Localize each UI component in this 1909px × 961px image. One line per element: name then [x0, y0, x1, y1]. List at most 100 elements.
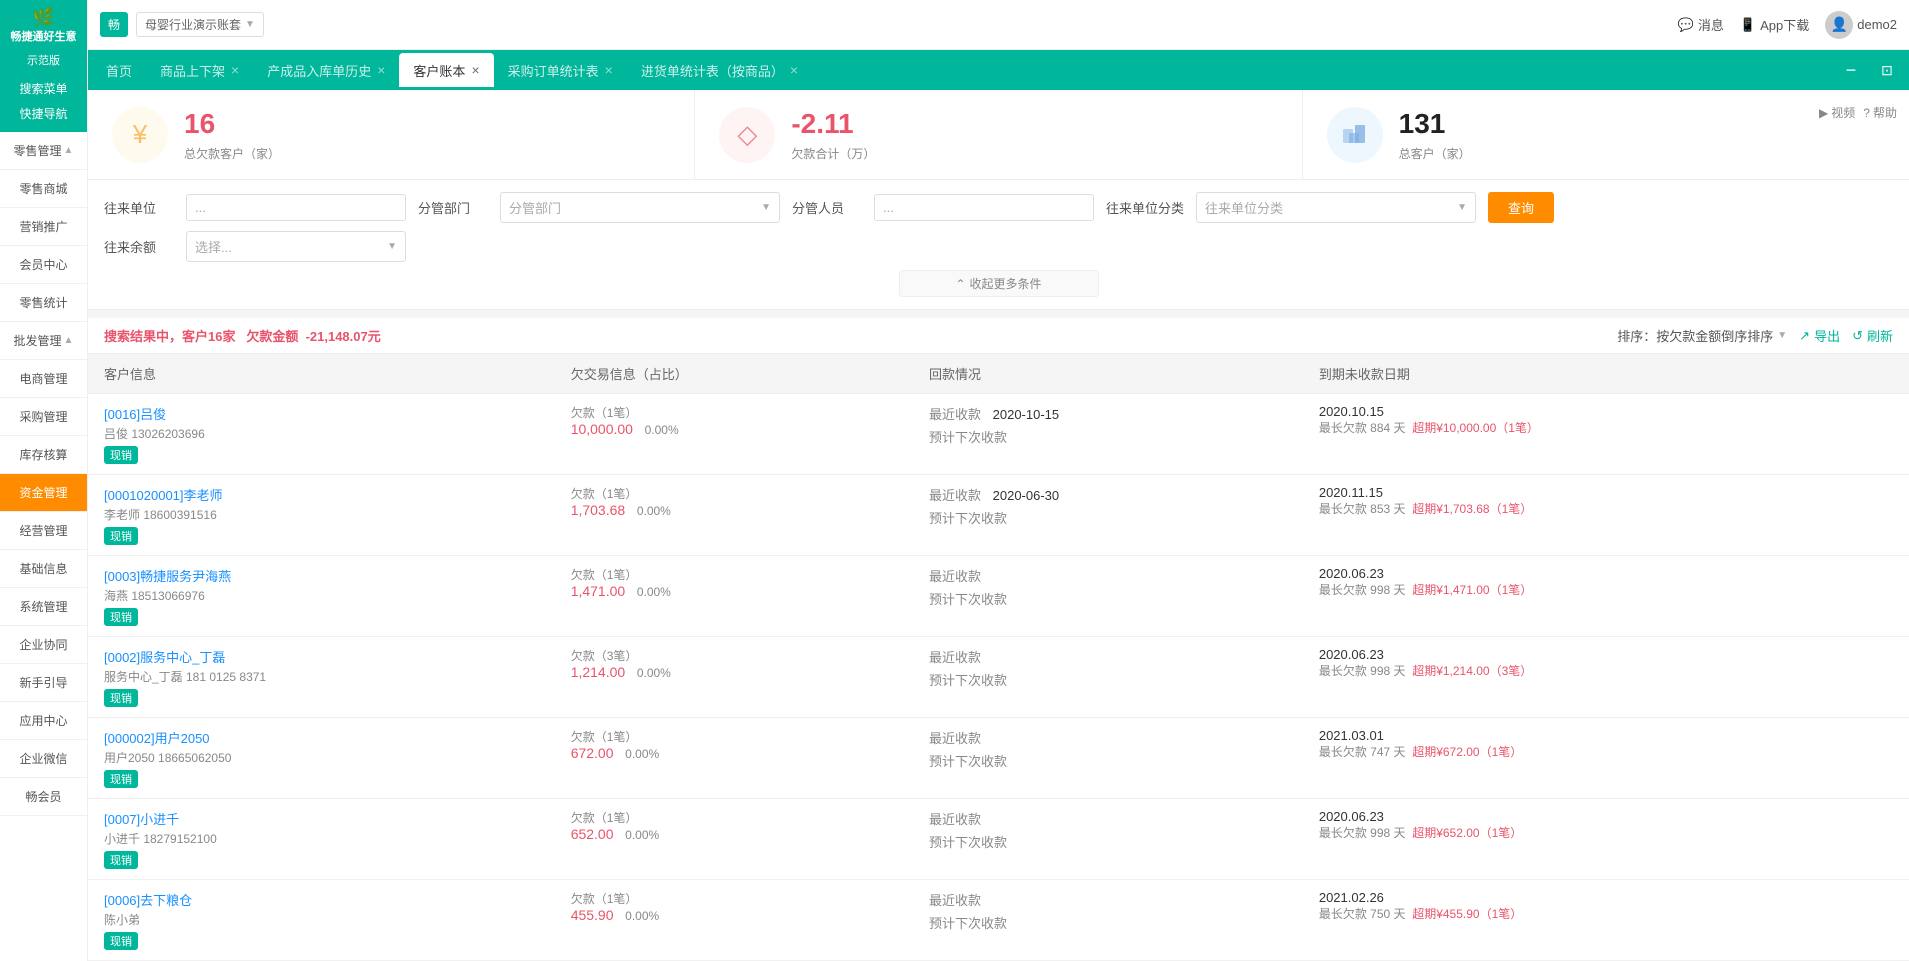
sidebar-nav: 零售管理▲零售商城营销推广会员中心零售统计批发管理▲电商管理采购管理库存核算资金… [0, 132, 87, 961]
tab-3[interactable]: 客户账本 × [399, 53, 493, 87]
next-payment: 预计下次收款 [929, 427, 1287, 446]
due-date-cell: 2020.11.15 最长欠款 853 天 超期¥1,703.68（1笔） [1303, 475, 1909, 556]
message-btn[interactable]: 💬 消息 [1678, 15, 1724, 34]
stat-number-total-customers: 131 [1399, 107, 1471, 141]
sidebar-item-企业微信[interactable]: 企业微信 [0, 740, 87, 778]
tab-2[interactable]: 产成品入库单历史× [253, 53, 399, 87]
stats-bar: ¥ 16 总欠款客户（家） ◇ -2.11 欠款合计（万） [88, 90, 1909, 180]
分管人员-input[interactable]: ... [874, 194, 1094, 221]
往来单位-input[interactable]: ... [186, 194, 406, 221]
customer-name-link[interactable]: [0016]吕俊 [104, 407, 166, 422]
tab-label: 客户账本 [413, 61, 465, 80]
sidebar-item-畅会员[interactable]: 畅会员 [0, 778, 87, 816]
next-payment: 预计下次收款 [929, 832, 1287, 851]
tab-close-icon[interactable]: × [605, 63, 613, 77]
last-payment: 最近收款 [929, 728, 1287, 747]
debt-count: 欠款（1笔） [571, 809, 897, 826]
customer-name-link[interactable]: [0003]畅捷服务尹海燕 [104, 569, 231, 584]
quick-nav-btn[interactable]: 快捷导航 [8, 101, 79, 126]
tab-0[interactable]: 首页 [92, 53, 146, 87]
tab-4[interactable]: 采购订单统计表× [494, 53, 627, 87]
sidebar-item-营销推广[interactable]: 营销推广 [0, 208, 87, 246]
customer-name-link[interactable]: [0002]服务中心_丁磊 [104, 650, 225, 665]
debt-pct: 0.00% [637, 585, 671, 599]
sidebar-item-零售统计[interactable]: 零售统计 [0, 284, 87, 322]
video-help-btn[interactable]: ▶ 视频 [1819, 104, 1855, 121]
nav-label: 库存核算 [19, 448, 67, 462]
stat-label-total-customers: 总客户（家） [1399, 145, 1471, 162]
overdue-amount-link[interactable]: 超期¥1,214.00（3笔） [1412, 664, 1532, 678]
user-menu[interactable]: 👤 demo2 [1825, 11, 1897, 39]
sidebar-item-库存核算[interactable]: 库存核算 [0, 436, 87, 474]
sidebar-item-经营管理[interactable]: 经营管理 [0, 512, 87, 550]
sidebar-item-新手引导[interactable]: 新手引导 [0, 664, 87, 702]
nav-label: 会员中心 [19, 258, 67, 272]
往来余额-select[interactable]: 选择... ▼ [186, 231, 406, 262]
search-menu-btn[interactable]: 搜索菜单 [8, 76, 79, 101]
customer-phone: 服务中心_丁磊 181 0125 8371 [104, 668, 539, 685]
sort-label: 排序：按欠款金额倒序排序 [1617, 326, 1773, 345]
account-selector[interactable]: 母婴行业演示账套 ▼ [136, 12, 264, 37]
stat-label-debt-customers: 总欠款客户（家） [184, 145, 280, 162]
overdue-amount-link[interactable]: 超期¥455.90（1笔） [1412, 907, 1522, 921]
tabs-minimize-btn[interactable]: − [1837, 56, 1865, 84]
app-download-btn[interactable]: 📱 App下载 [1740, 15, 1809, 34]
next-payment: 预计下次收款 [929, 751, 1287, 770]
payment-info-cell: 最近收款 预计下次收款 [913, 880, 1303, 961]
overdue-amount-link[interactable]: 超期¥1,471.00（1笔） [1412, 583, 1532, 597]
overdue-days: 最长欠款 750 天 超期¥455.90（1笔） [1319, 905, 1893, 922]
sidebar-item-零售管理[interactable]: 零售管理▲ [0, 132, 87, 170]
debt-amount: 1,703.68 [571, 502, 626, 518]
tab-close-icon[interactable]: × [471, 63, 479, 77]
tab-close-icon[interactable]: × [231, 63, 239, 77]
sidebar-item-基础信息[interactable]: 基础信息 [0, 550, 87, 588]
customer-name-link[interactable]: [000002]用户2050 [104, 731, 210, 746]
overdue-days: 最长欠款 747 天 超期¥672.00（1笔） [1319, 743, 1893, 760]
sidebar-item-企业协同[interactable]: 企业协同 [0, 626, 87, 664]
export-btn[interactable]: ↗ 导出 [1799, 326, 1840, 345]
nav-label: 企业微信 [19, 752, 67, 766]
tab-close-icon[interactable]: × [377, 63, 385, 77]
customer-info-cell: [000002]用户2050 用户2050 18665062050 现销 [88, 718, 555, 799]
往来单位分类-select[interactable]: 往来单位分类 ▼ [1196, 192, 1476, 223]
stat-label-debt-total: 欠款合计（万） [791, 145, 875, 162]
sidebar-item-采购管理[interactable]: 采购管理 [0, 398, 87, 436]
account-name: 母婴行业演示账套 [145, 16, 241, 33]
username: demo2 [1857, 17, 1897, 32]
overdue-amount-link[interactable]: 超期¥672.00（1笔） [1412, 745, 1522, 759]
video-icon: ▶ [1819, 106, 1828, 120]
debt-amount: 1,471.00 [571, 583, 626, 599]
sidebar-item-应用中心[interactable]: 应用中心 [0, 702, 87, 740]
mobile-icon: 📱 [1740, 17, 1756, 33]
next-payment: 预计下次收款 [929, 670, 1287, 689]
sidebar-item-电商管理[interactable]: 电商管理 [0, 360, 87, 398]
sidebar-item-批发管理[interactable]: 批发管理▲ [0, 322, 87, 360]
tab-close-icon[interactable]: × [790, 63, 798, 77]
customer-name-link[interactable]: [0001020001]李老师 [104, 488, 223, 503]
help-btn[interactable]: ? 帮助 [1863, 104, 1897, 121]
overdue-amount-link[interactable]: 超期¥652.00（1笔） [1412, 826, 1522, 840]
customer-tag: 现销 [104, 608, 138, 626]
debt-info-cell: 欠款（1笔） 1,703.68 0.00% [555, 475, 913, 556]
debt-info-cell: 欠款（1笔） 10,000.00 0.00% [555, 394, 913, 475]
nav-label: 新手引导 [19, 676, 67, 690]
tab-5[interactable]: 进货单统计表（按商品）× [627, 53, 812, 87]
sidebar-item-会员中心[interactable]: 会员中心 [0, 246, 87, 284]
customer-name-link[interactable]: [0006]去下粮仓 [104, 893, 192, 908]
refresh-btn[interactable]: ↺ 刷新 [1852, 326, 1893, 345]
sort-selector[interactable]: 排序：按欠款金额倒序排序 ▼ [1617, 326, 1787, 345]
query-button[interactable]: 查询 [1488, 192, 1554, 223]
overdue-amount-link[interactable]: 超期¥10,000.00（1笔） [1412, 421, 1539, 435]
debt-info-cell: 欠款（1笔） 1,471.00 0.00% [555, 556, 913, 637]
sidebar-item-零售商城[interactable]: 零售商城 [0, 170, 87, 208]
collapse-filter-btn[interactable]: ⌃ 收起更多条件 [899, 270, 1099, 297]
overdue-amount-link[interactable]: 超期¥1,703.68（1笔） [1412, 502, 1532, 516]
tabs-expand-btn[interactable]: ⊡ [1873, 56, 1901, 84]
sidebar-item-系统管理[interactable]: 系统管理 [0, 588, 87, 626]
refresh-icon: ↺ [1852, 328, 1863, 344]
export-icon: ↗ [1799, 328, 1810, 344]
customer-name-link[interactable]: [0007]小进千 [104, 812, 179, 827]
sidebar-item-资金管理[interactable]: 资金管理 [0, 474, 87, 512]
分管部门-select[interactable]: 分管部门 ▼ [500, 192, 780, 223]
tab-1[interactable]: 商品上下架× [146, 53, 253, 87]
